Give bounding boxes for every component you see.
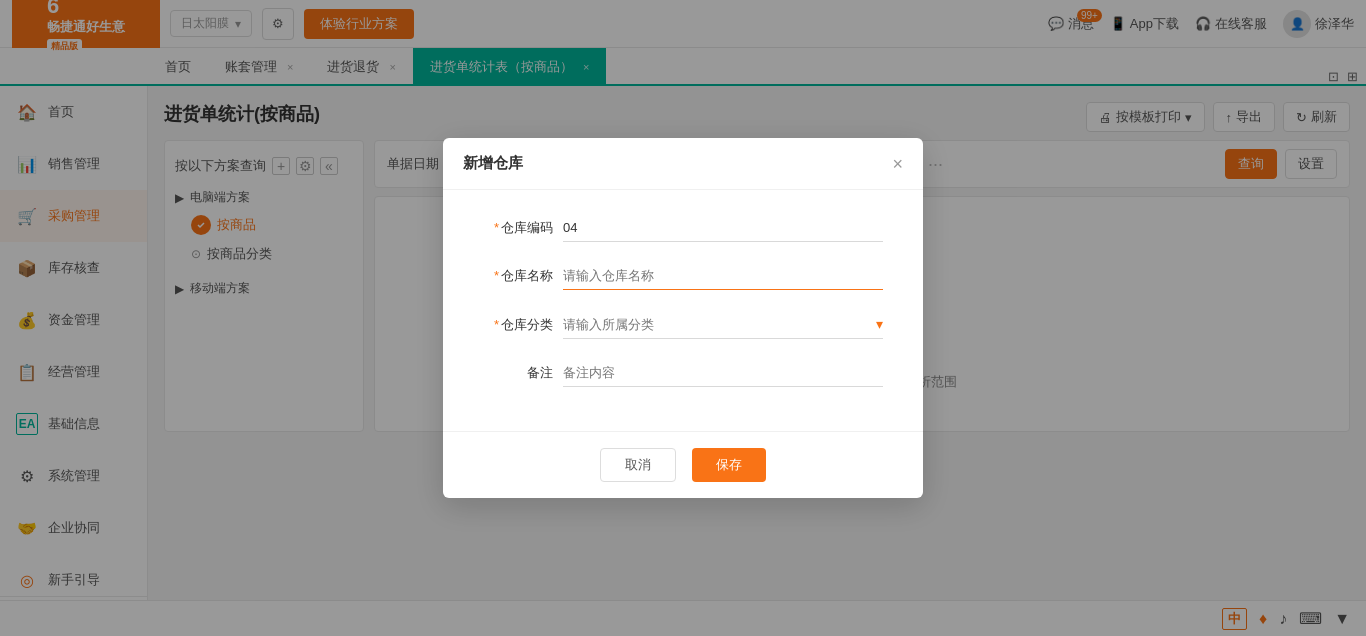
modal-overlay: 新增仓库 × 仓库编码 仓库名称 仓库分类 ▾ (0, 0, 1366, 636)
category-select[interactable]: ▾ (563, 310, 883, 339)
add-warehouse-modal: 新增仓库 × 仓库编码 仓库名称 仓库分类 ▾ (443, 138, 923, 498)
category-input[interactable] (563, 317, 876, 332)
modal-body: 仓库编码 仓库名称 仓库分类 ▾ 备注 (443, 190, 923, 431)
code-label: 仓库编码 (483, 219, 553, 237)
note-label: 备注 (483, 364, 553, 382)
warehouse-name-row: 仓库名称 (483, 262, 883, 290)
category-dropdown-icon: ▾ (876, 316, 883, 332)
warehouse-category-row: 仓库分类 ▾ (483, 310, 883, 339)
modal-title: 新增仓库 (463, 154, 523, 173)
warehouse-code-input[interactable] (563, 214, 883, 242)
warehouse-note-row: 备注 (483, 359, 883, 387)
warehouse-note-input[interactable] (563, 359, 883, 387)
category-label: 仓库分类 (483, 316, 553, 334)
cancel-button[interactable]: 取消 (600, 448, 676, 482)
modal-header: 新增仓库 × (443, 138, 923, 190)
name-label: 仓库名称 (483, 267, 553, 285)
modal-close-button[interactable]: × (892, 155, 903, 173)
save-button[interactable]: 保存 (692, 448, 766, 482)
warehouse-code-row: 仓库编码 (483, 214, 883, 242)
modal-footer: 取消 保存 (443, 431, 923, 498)
warehouse-name-input[interactable] (563, 262, 883, 290)
